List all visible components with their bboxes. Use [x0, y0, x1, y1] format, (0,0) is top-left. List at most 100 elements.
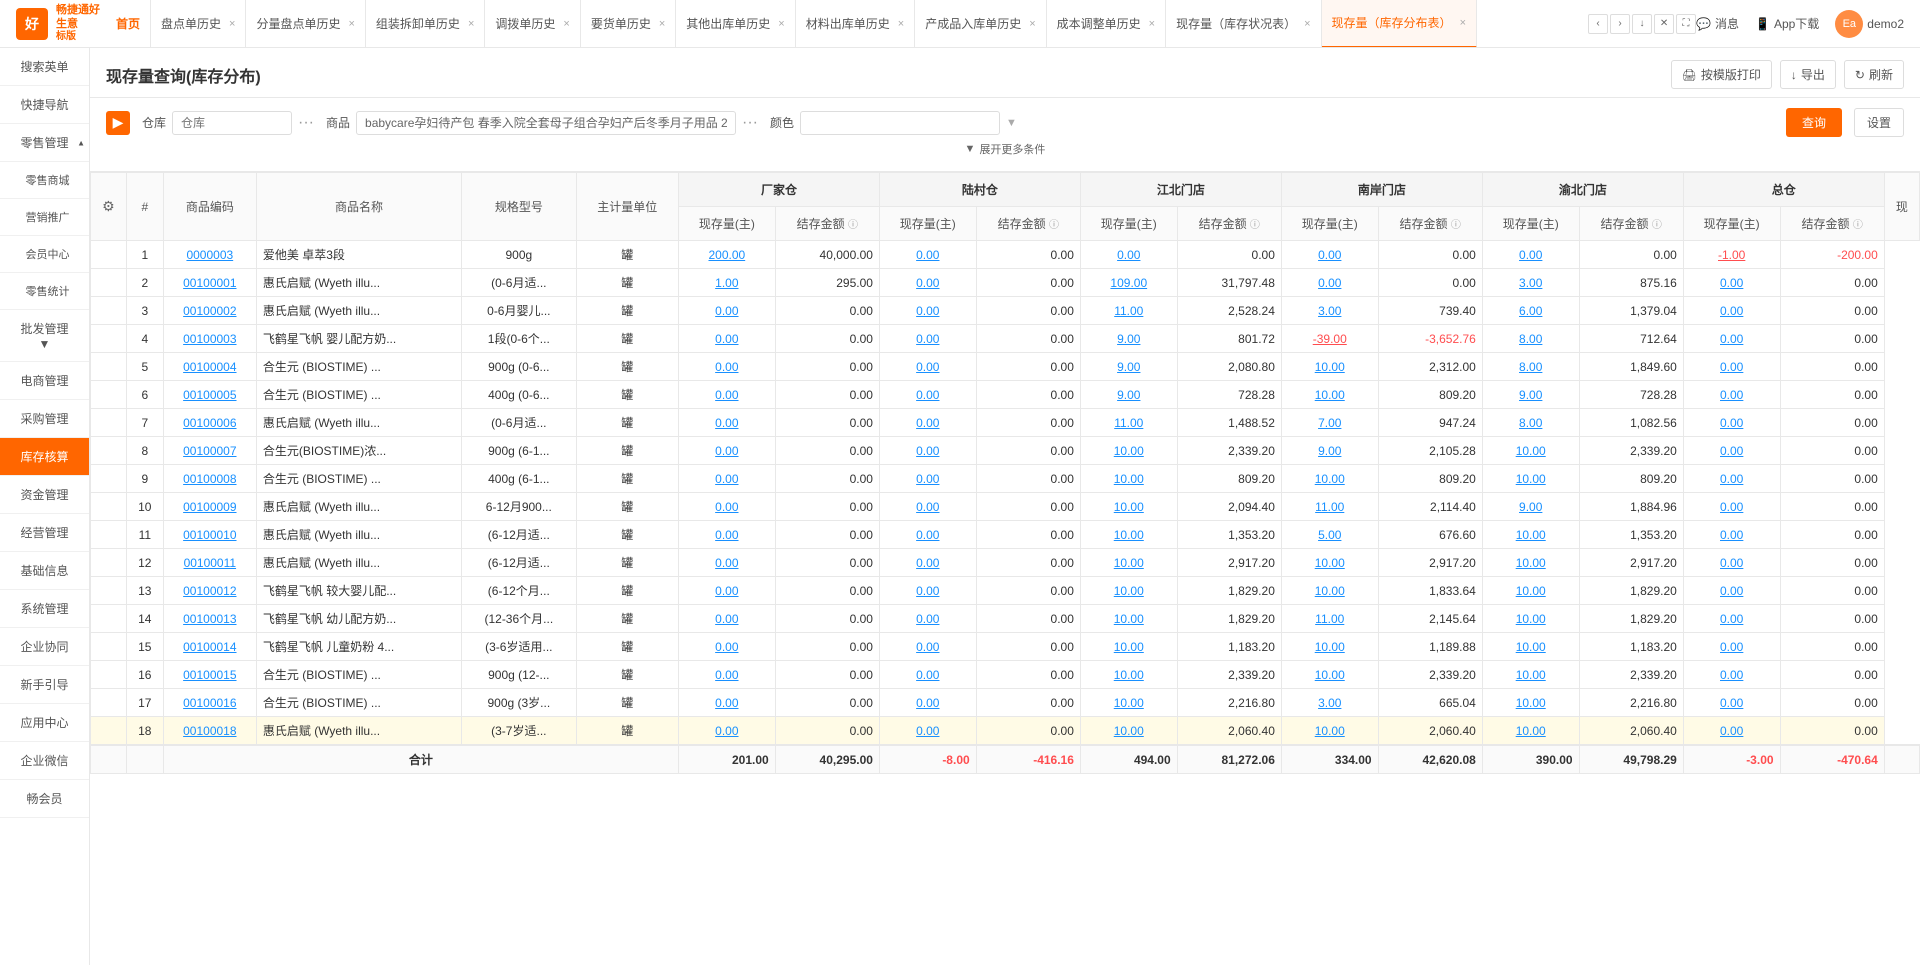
sidebar: 搜索英单 快捷导航 零售管理 零售商城 营销推广 会员中心 零售统计 批发管理 …: [0, 48, 90, 965]
sidebar-item-finance[interactable]: 资金管理: [0, 476, 89, 514]
color-input[interactable]: [800, 111, 1000, 135]
table-row: 1000100009惠氏启赋 (Wyeth illu...6-12月900...…: [91, 493, 1920, 521]
total-row: 合计201.0040,295.00-8.00-416.16494.0081,27…: [91, 745, 1920, 774]
tab-5[interactable]: 要货单历史 ×: [581, 0, 676, 47]
sidebar-item-ops[interactable]: 经营管理: [0, 514, 89, 552]
page-title: 现存量查询(库存分布): [106, 63, 261, 87]
tab-11[interactable]: 现存量（库存分布表） ×: [1322, 0, 1477, 47]
sidebar-item-basic[interactable]: 基础信息: [0, 552, 89, 590]
tab-3-close[interactable]: ×: [468, 18, 474, 30]
tab-5-close[interactable]: ×: [659, 18, 665, 30]
sidebar-item-ecommerce[interactable]: 电商管理: [0, 362, 89, 400]
query-btn[interactable]: 查询: [1786, 108, 1842, 137]
table-row: 600100005合生元 (BIOSTIME) ...400g (0-6...罐…: [91, 381, 1920, 409]
table-row: 1200100011惠氏启赋 (Wyeth illu...(6-12月适...罐…: [91, 549, 1920, 577]
main-content: 现存量查询(库存分布) 🖨 按模版打印 ↓ 导出 ↻ 刷新 ▶ 仓库 ···: [90, 48, 1920, 965]
th-w2-qty: 现存量(主): [879, 207, 976, 241]
sidebar-item-marketing[interactable]: 营销推广: [0, 199, 89, 236]
tab-9-close[interactable]: ×: [1149, 18, 1155, 30]
color-dropdown-icon[interactable]: ▼: [1006, 117, 1017, 129]
product-input[interactable]: [356, 111, 736, 135]
tab-6-close[interactable]: ×: [778, 18, 784, 30]
sidebar-item-system[interactable]: 系统管理: [0, 590, 89, 628]
tab-4-close[interactable]: ×: [563, 18, 569, 30]
table-row: 10000003爱他美 卓萃3段900g罐200.0040,000.000.00…: [91, 241, 1920, 269]
tab-prev-btn[interactable]: ‹: [1588, 14, 1608, 34]
th-w4-amt: 结存金额 ⓘ: [1378, 207, 1482, 241]
print-btn[interactable]: 🖨 按模版打印: [1671, 60, 1772, 89]
filter-product: 商品 ···: [326, 111, 758, 135]
tab-6[interactable]: 其他出库单历史 ×: [676, 0, 795, 47]
sidebar-item-retail-stat[interactable]: 零售统计: [0, 273, 89, 310]
tab-2[interactable]: 分量盘点单历史 ×: [246, 0, 365, 47]
th-w2: 陆村仓: [879, 173, 1080, 207]
filter-area: ▶ 仓库 ··· 商品 ··· 颜色 ▼ 查询 设置 ▼ 展开更多条件: [90, 98, 1920, 172]
tab-fullscreen-btn[interactable]: ⛶: [1676, 14, 1696, 34]
tab-10-close[interactable]: ×: [1304, 18, 1310, 30]
tab-8[interactable]: 产成品入库单历史 ×: [915, 0, 1046, 47]
tab-3[interactable]: 组装拆卸单历史 ×: [366, 0, 485, 47]
filter-toggle-btn[interactable]: ▶: [106, 111, 130, 135]
tab-7-close[interactable]: ×: [898, 18, 904, 30]
tab-next-btn[interactable]: ›: [1610, 14, 1630, 34]
sidebar-item-wholesale[interactable]: 批发管理: [0, 310, 89, 362]
product-more-icon[interactable]: ···: [742, 114, 758, 132]
table-wrapper[interactable]: ⚙ # 商品编码 商品名称 规格型号 主计量单位 厂家仓 陆村仓 江北门店 南岸…: [90, 172, 1920, 965]
th-w1: 厂家仓: [678, 173, 879, 207]
tab-7[interactable]: 材料出库单历史 ×: [796, 0, 915, 47]
table-row: 1100100010惠氏启赋 (Wyeth illu...(6-12月适...罐…: [91, 521, 1920, 549]
page-header: 现存量查询(库存分布) 🖨 按模版打印 ↓ 导出 ↻ 刷新: [90, 48, 1920, 98]
top-nav-tabs: 首页 盘点单历史 × 分量盘点单历史 × 组装拆卸单历史 × 调拨单历史 × 要…: [106, 0, 1588, 47]
export-btn[interactable]: ↓ 导出: [1780, 60, 1836, 89]
sidebar-item-appcenter[interactable]: 应用中心: [0, 704, 89, 742]
tab-11-close[interactable]: ×: [1460, 17, 1466, 29]
th-spec: 规格型号: [462, 173, 577, 241]
th-gear[interactable]: ⚙: [91, 173, 127, 241]
th-w5-amt: 结存金额 ⓘ: [1579, 207, 1683, 241]
tab-expand-btn[interactable]: ↓: [1632, 14, 1652, 34]
sidebar-item-member[interactable]: 会员中心: [0, 236, 89, 273]
th-w4: 南岸门店: [1281, 173, 1482, 207]
user-menu[interactable]: Ea demo2: [1835, 10, 1904, 38]
print-icon: 🖨: [1682, 68, 1697, 82]
sidebar-item-retail[interactable]: 零售管理: [0, 124, 89, 162]
tab-10[interactable]: 现存量（库存状况表） ×: [1166, 0, 1321, 47]
warehouse-input[interactable]: [172, 111, 292, 135]
th-w3-qty: 现存量(主): [1080, 207, 1177, 241]
tab-9[interactable]: 成本调整单历史 ×: [1047, 0, 1166, 47]
table-row: 400100003飞鹤星飞帆 婴儿配方奶...1段(0-6个...罐0.000.…: [91, 325, 1920, 353]
sidebar-item-enterprise[interactable]: 企业协同: [0, 628, 89, 666]
table-row: 1500100014飞鹤星飞帆 儿童奶粉 4...(3-6岁适用...罐0.00…: [91, 633, 1920, 661]
tab-4[interactable]: 调拨单历史 ×: [485, 0, 580, 47]
sidebar-item-guide[interactable]: 新手引导: [0, 666, 89, 704]
warehouse-more-icon[interactable]: ···: [298, 114, 314, 132]
th-name: 商品名称: [256, 173, 461, 241]
expand-more-icon: ▼: [965, 143, 976, 155]
message-icon: 💬: [1696, 17, 1711, 31]
message-btn[interactable]: 💬 消息: [1696, 15, 1739, 32]
refresh-btn[interactable]: ↻ 刷新: [1844, 60, 1904, 89]
sidebar-item-member2[interactable]: 畅会员: [0, 780, 89, 818]
tab-home[interactable]: 首页: [106, 0, 151, 47]
tab-1[interactable]: 盘点单历史 ×: [151, 0, 246, 47]
sidebar-item-search[interactable]: 搜索英单: [0, 48, 89, 86]
sidebar-item-purchase[interactable]: 采购管理: [0, 400, 89, 438]
table-row: 300100002惠氏启赋 (Wyeth illu...0-6月婴儿...罐0.…: [91, 297, 1920, 325]
sidebar-item-retail-mall[interactable]: 零售商城: [0, 162, 89, 199]
filter-color: 颜色 ▼: [770, 111, 1017, 135]
th-w3: 江北门店: [1080, 173, 1281, 207]
expand-more-btn[interactable]: ▼ 展开更多条件: [106, 137, 1904, 161]
th-w5-qty: 现存量(主): [1482, 207, 1579, 241]
sidebar-item-wechat[interactable]: 企业微信: [0, 742, 89, 780]
table-row: 1800100018惠氏启赋 (Wyeth illu...(3-7岁适...罐0…: [91, 717, 1920, 746]
tab-2-close[interactable]: ×: [348, 18, 354, 30]
sidebar-item-quicknav[interactable]: 快捷导航: [0, 86, 89, 124]
tab-close-all-btn[interactable]: ✕: [1654, 14, 1674, 34]
settings-btn[interactable]: 设置: [1854, 108, 1904, 137]
sidebar-item-inventory[interactable]: 库存核算: [0, 438, 89, 476]
avatar: Ea: [1835, 10, 1863, 38]
tab-1-close[interactable]: ×: [229, 18, 235, 30]
tab-8-close[interactable]: ×: [1029, 18, 1035, 30]
th-code: 商品编码: [163, 173, 256, 241]
app-download-btn[interactable]: 📱 App下载: [1755, 15, 1819, 32]
